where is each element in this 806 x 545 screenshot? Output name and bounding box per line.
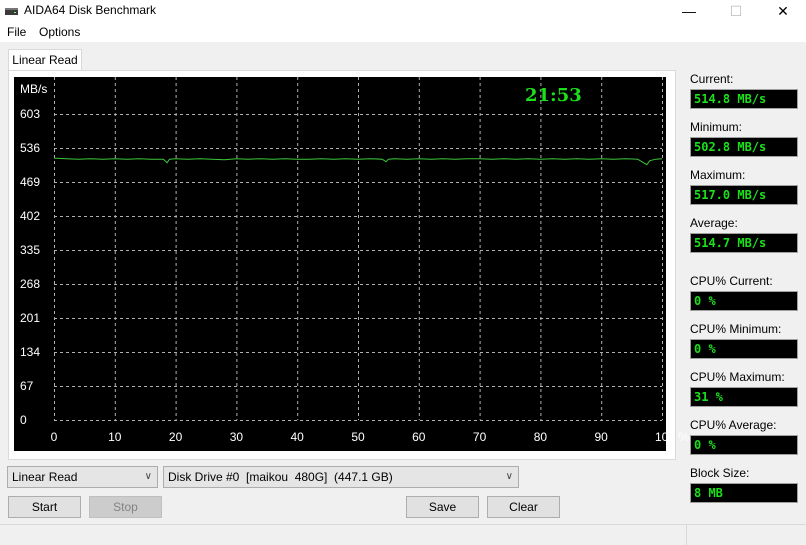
stat-label-cpu-current: CPU% Current:: [690, 274, 773, 288]
status-bar: [0, 524, 806, 545]
stat-label-block-size: Block Size:: [690, 466, 750, 480]
stat-label-minimum: Minimum:: [690, 120, 743, 134]
maximize-button[interactable]: ☐: [713, 0, 759, 22]
stat-label-average: Average:: [690, 216, 738, 230]
x-tick-label: 70: [472, 430, 487, 444]
tab-linear-read[interactable]: Linear Read: [8, 49, 82, 71]
x-tick-label: 100 %: [654, 430, 690, 444]
stat-value-minimum: 502.8 MB/s: [690, 137, 798, 157]
tab-strip: Linear Read: [0, 42, 806, 71]
drive-select-value: Disk Drive #0 [maikou 480G] (447.1 GB): [168, 470, 393, 484]
stat-label-cpu-average: CPU% Average:: [690, 418, 777, 432]
status-separator: [686, 525, 687, 545]
x-tick-label: 40: [290, 430, 304, 444]
stat-label-current: Current:: [690, 72, 734, 86]
y-tick-label: 536: [20, 141, 41, 155]
title-bar: AIDA64 Disk Benchmark — ☐ ✕: [0, 0, 806, 22]
y-tick-label: 0: [20, 413, 27, 427]
y-tick-label: 402: [20, 209, 41, 223]
drive-select[interactable]: Disk Drive #0 [maikou 480G] (447.1 GB) ∨: [163, 466, 519, 488]
chevron-down-icon: ∨: [505, 471, 513, 482]
menu-options[interactable]: Options: [39, 25, 80, 39]
mode-select-value: Linear Read: [12, 470, 78, 484]
x-tick-label: 10: [108, 430, 122, 444]
minimize-button[interactable]: —: [666, 0, 712, 22]
stat-value-cpu-average: 0 %: [690, 435, 798, 455]
stat-value-maximum: 517.0 MB/s: [690, 185, 798, 205]
x-tick-label: 50: [351, 430, 365, 444]
x-tick-label: 20: [168, 430, 183, 444]
menu-file[interactable]: File: [7, 25, 26, 39]
y-tick-label: 469: [20, 175, 41, 189]
elapsed-clock: 21:53: [525, 85, 582, 106]
stat-value-current: 514.8 MB/s: [690, 89, 798, 109]
chart-canvas: [53, 77, 663, 421]
y-tick-label: 201: [20, 311, 41, 325]
y-axis-label: MB/s: [20, 82, 48, 96]
y-tick-label: 335: [20, 243, 41, 257]
stat-value-cpu-current: 0 %: [690, 291, 798, 311]
stat-value-block-size: 8 MB: [690, 483, 798, 503]
stat-label-cpu-maximum: CPU% Maximum:: [690, 370, 785, 384]
y-tick-label: 134: [20, 345, 41, 359]
y-tick-label: 67: [20, 379, 34, 393]
start-button[interactable]: Start: [8, 496, 81, 518]
close-button[interactable]: ✕: [760, 0, 806, 22]
benchmark-chart: [14, 77, 666, 451]
stat-label-maximum: Maximum:: [690, 168, 746, 182]
window-title: AIDA64 Disk Benchmark: [24, 3, 157, 17]
y-tick-label: 268: [20, 277, 41, 291]
x-tick-label: 60: [412, 430, 426, 444]
stat-value-cpu-maximum: 31 %: [690, 387, 798, 407]
x-tick-label: 0: [50, 430, 58, 444]
drive-icon: [5, 8, 18, 15]
stat-value-average: 514.7 MB/s: [690, 233, 798, 253]
x-tick-label: 90: [594, 430, 608, 444]
stat-label-cpu-minimum: CPU% Minimum:: [690, 322, 782, 336]
clear-button[interactable]: Clear: [487, 496, 560, 518]
y-tick-label: 603: [20, 107, 41, 121]
menu-bar: File Options: [0, 22, 806, 42]
x-tick-label: 80: [533, 430, 548, 444]
save-button[interactable]: Save: [406, 496, 479, 518]
stat-value-cpu-minimum: 0 %: [690, 339, 798, 359]
stop-button[interactable]: Stop: [89, 496, 162, 518]
chevron-down-icon: ∨: [144, 471, 152, 482]
x-tick-label: 30: [229, 430, 244, 444]
mode-select[interactable]: Linear Read ∨: [7, 466, 158, 488]
